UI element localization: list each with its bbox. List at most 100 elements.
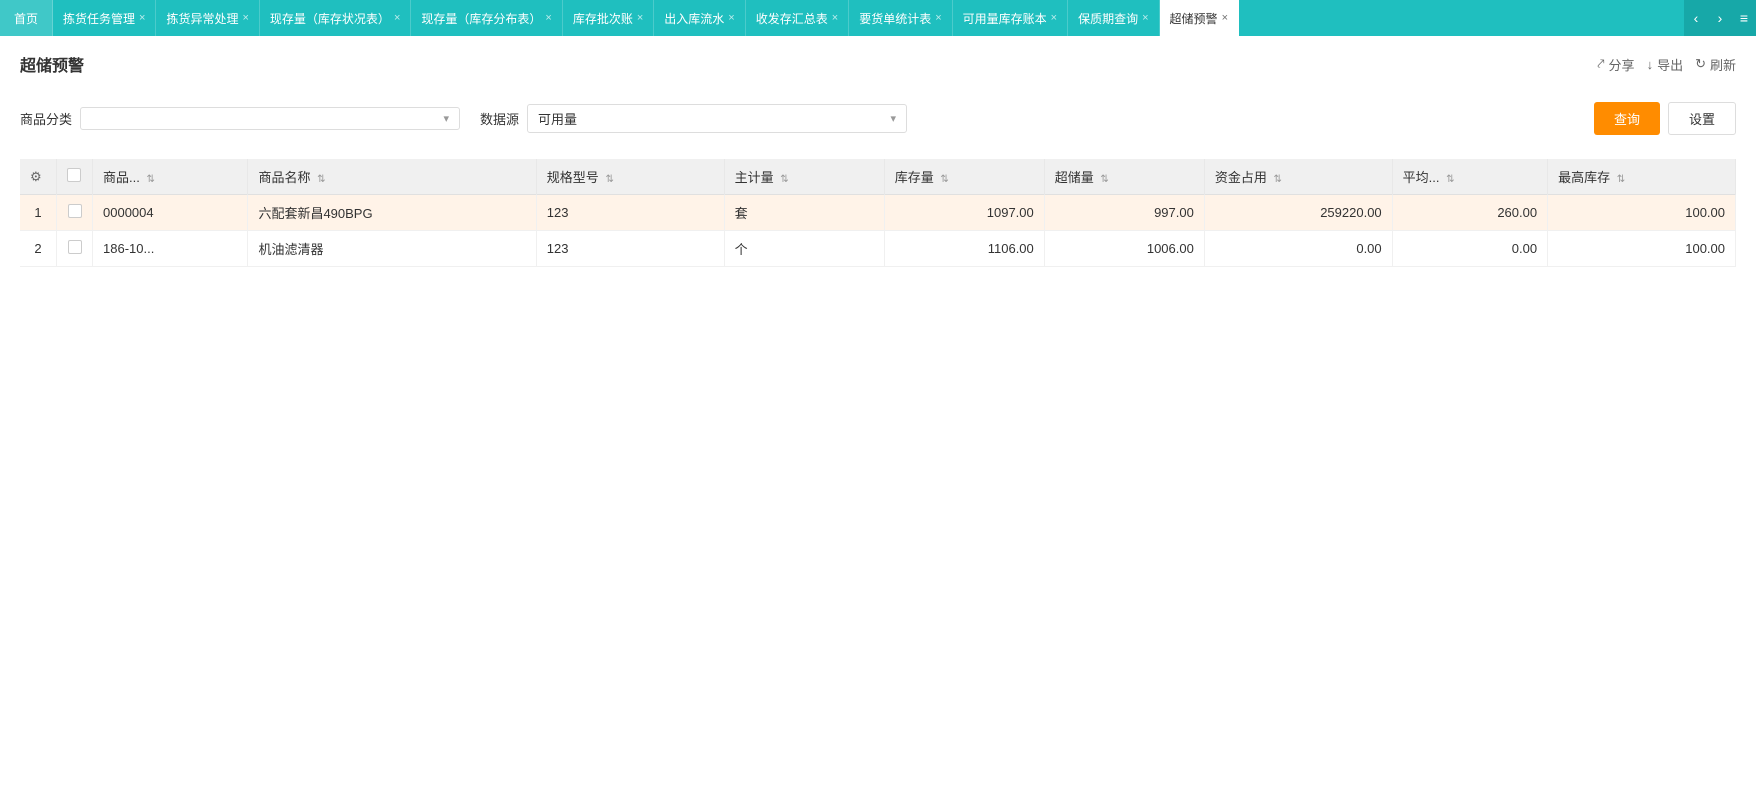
cell-product-name: 机油滤清器 [248,231,536,267]
close-stock-status-icon[interactable]: × [394,12,400,24]
nav-tab-stock-status[interactable]: 现存量（库存状况表） × [260,0,411,36]
th-overstock[interactable]: 超储量 ⇅ [1044,159,1204,195]
close-order-stat-icon[interactable]: × [935,12,941,24]
cell-avg: 0.00 [1392,231,1547,267]
nav-tab-summary-label: 收发存汇总表 [756,10,828,27]
nav-arrow-left-button[interactable]: ‹ [1684,0,1708,36]
row-checkbox-cell [57,195,93,231]
settings-button[interactable]: 设置 [1668,102,1736,135]
datasource-value: 可用量 [538,109,577,128]
export-icon: ↓ [1647,57,1654,72]
sort-avg-icon: ⇅ [1446,174,1454,185]
th-overstock-label: 超储量 [1055,170,1094,185]
table-header-row: ⚙ 商品... ⇅ 商品名称 ⇅ 规格型号 ⇅ 主计量 [20,159,1736,195]
close-batch-account-icon[interactable]: × [637,12,643,24]
datasource-label: 数据源 [480,109,519,128]
close-shelf-life-icon[interactable]: × [1142,12,1148,24]
cell-spec: 123 [536,195,724,231]
datasource-select[interactable]: 可用量 ▾ [527,104,907,133]
category-arrow-icon: ▾ [443,112,449,125]
row-checkbox-cell [57,231,93,267]
th-max-stock[interactable]: 最高库存 ⇅ [1548,159,1736,195]
cell-spec: 123 [536,231,724,267]
data-table: ⚙ 商品... ⇅ 商品名称 ⇅ 规格型号 ⇅ 主计量 [20,159,1736,267]
cell-unit: 套 [724,195,884,231]
nav-tab-summary[interactable]: 收发存汇总表 × [746,0,849,36]
nav-tab-batch-account-label: 库存批次账 [573,10,633,27]
close-pick-exception-icon[interactable]: × [242,12,248,24]
export-button[interactable]: ↓ 导出 [1647,55,1684,74]
nav-tab-inout-flow[interactable]: 出入库流水 × [654,0,745,36]
row-num: 2 [20,231,57,267]
refresh-button[interactable]: ↻ 刷新 [1695,55,1736,74]
row-checkbox[interactable] [68,204,82,218]
nav-tab-available-book[interactable]: 可用量库存账本 × [953,0,1068,36]
sort-max-stock-icon: ⇅ [1617,174,1625,185]
datasource-filter: 数据源 可用量 ▾ [480,104,907,133]
th-checkbox [57,159,93,195]
table-row: 2 186-10... 机油滤清器 123 个 1106.00 1006.00 … [20,231,1736,267]
column-settings-icon[interactable]: ⚙ [30,169,46,185]
th-product-name[interactable]: 商品名称 ⇅ [248,159,536,195]
close-overstock-icon[interactable]: × [1222,12,1228,24]
select-all-checkbox[interactable] [67,168,81,182]
close-summary-icon[interactable]: × [832,12,838,24]
th-product-code[interactable]: 商品... ⇅ [93,159,248,195]
page-container: 超储预警 ⤤ 分享 ↓ 导出 ↻ 刷新 商品分类 ▾ 数据源 [0,36,1756,800]
cell-product-code: 186-10... [93,231,248,267]
th-avg[interactable]: 平均... ⇅ [1392,159,1547,195]
th-stock-label: 库存量 [895,170,934,185]
row-checkbox[interactable] [68,240,82,254]
sort-product-code-icon: ⇅ [146,174,154,185]
nav-tab-home[interactable]: 首页 [0,0,53,36]
page-actions: ⤤ 分享 ↓ 导出 ↻ 刷新 [1597,55,1736,74]
close-inout-flow-icon[interactable]: × [728,12,734,24]
export-label: 导出 [1657,55,1683,74]
close-pick-task-icon[interactable]: × [139,12,145,24]
category-label: 商品分类 [20,109,72,128]
share-label: 分享 [1609,55,1635,74]
nav-tab-order-stat[interactable]: 要货单统计表 × [849,0,952,36]
th-product-code-label: 商品... [103,170,140,185]
share-button[interactable]: ⤤ 分享 [1597,55,1634,74]
th-capital-label: 资金占用 [1215,170,1267,185]
nav-tab-overstock[interactable]: 超储预警 × [1160,0,1239,36]
nav-tab-stock-dist[interactable]: 现存量（库存分布表） × [411,0,562,36]
cell-max-stock: 100.00 [1548,231,1736,267]
cell-max-stock: 100.00 [1548,195,1736,231]
cell-capital: 259220.00 [1204,195,1392,231]
nav-more-button[interactable]: ≡ [1732,0,1756,36]
close-available-book-icon[interactable]: × [1051,12,1057,24]
th-spec[interactable]: 规格型号 ⇅ [536,159,724,195]
nav-arrows: ‹ › ≡ [1684,0,1756,36]
nav-tab-batch-account[interactable]: 库存批次账 × [563,0,654,36]
th-product-name-label: 商品名称 [258,170,310,185]
sort-product-name-icon: ⇅ [317,174,325,185]
th-stock[interactable]: 库存量 ⇅ [884,159,1044,195]
close-stock-dist-icon[interactable]: × [545,12,551,24]
sort-capital-icon: ⇅ [1273,174,1281,185]
category-filter: 商品分类 ▾ [20,107,460,130]
th-unit-label: 主计量 [735,170,774,185]
nav-tab-pick-exception[interactable]: 拣货异常处理 × [156,0,259,36]
nav-tab-overstock-label: 超储预警 [1170,10,1218,27]
cell-product-code: 0000004 [93,195,248,231]
nav-tab-stock-dist-label: 现存量（库存分布表） [421,10,541,27]
cell-avg: 260.00 [1392,195,1547,231]
th-unit[interactable]: 主计量 ⇅ [724,159,884,195]
top-nav: 首页 拣货任务管理 × 拣货异常处理 × 现存量（库存状况表） × 现存量（库存… [0,0,1756,36]
cell-stock: 1097.00 [884,195,1044,231]
nav-arrow-right-button[interactable]: › [1708,0,1732,36]
query-button[interactable]: 查询 [1594,102,1660,135]
nav-tab-shelf-life[interactable]: 保质期查询 × [1068,0,1159,36]
page-header: 超储预警 ⤤ 分享 ↓ 导出 ↻ 刷新 [20,52,1736,76]
datasource-arrow-icon: ▾ [891,112,897,125]
refresh-label: 刷新 [1710,55,1736,74]
cell-overstock: 997.00 [1044,195,1204,231]
cell-unit: 个 [724,231,884,267]
nav-tab-pick-task[interactable]: 拣货任务管理 × [53,0,156,36]
th-capital[interactable]: 资金占用 ⇅ [1204,159,1392,195]
category-select[interactable]: ▾ [80,107,460,130]
sort-spec-icon: ⇅ [605,174,613,185]
th-settings: ⚙ [20,159,57,195]
